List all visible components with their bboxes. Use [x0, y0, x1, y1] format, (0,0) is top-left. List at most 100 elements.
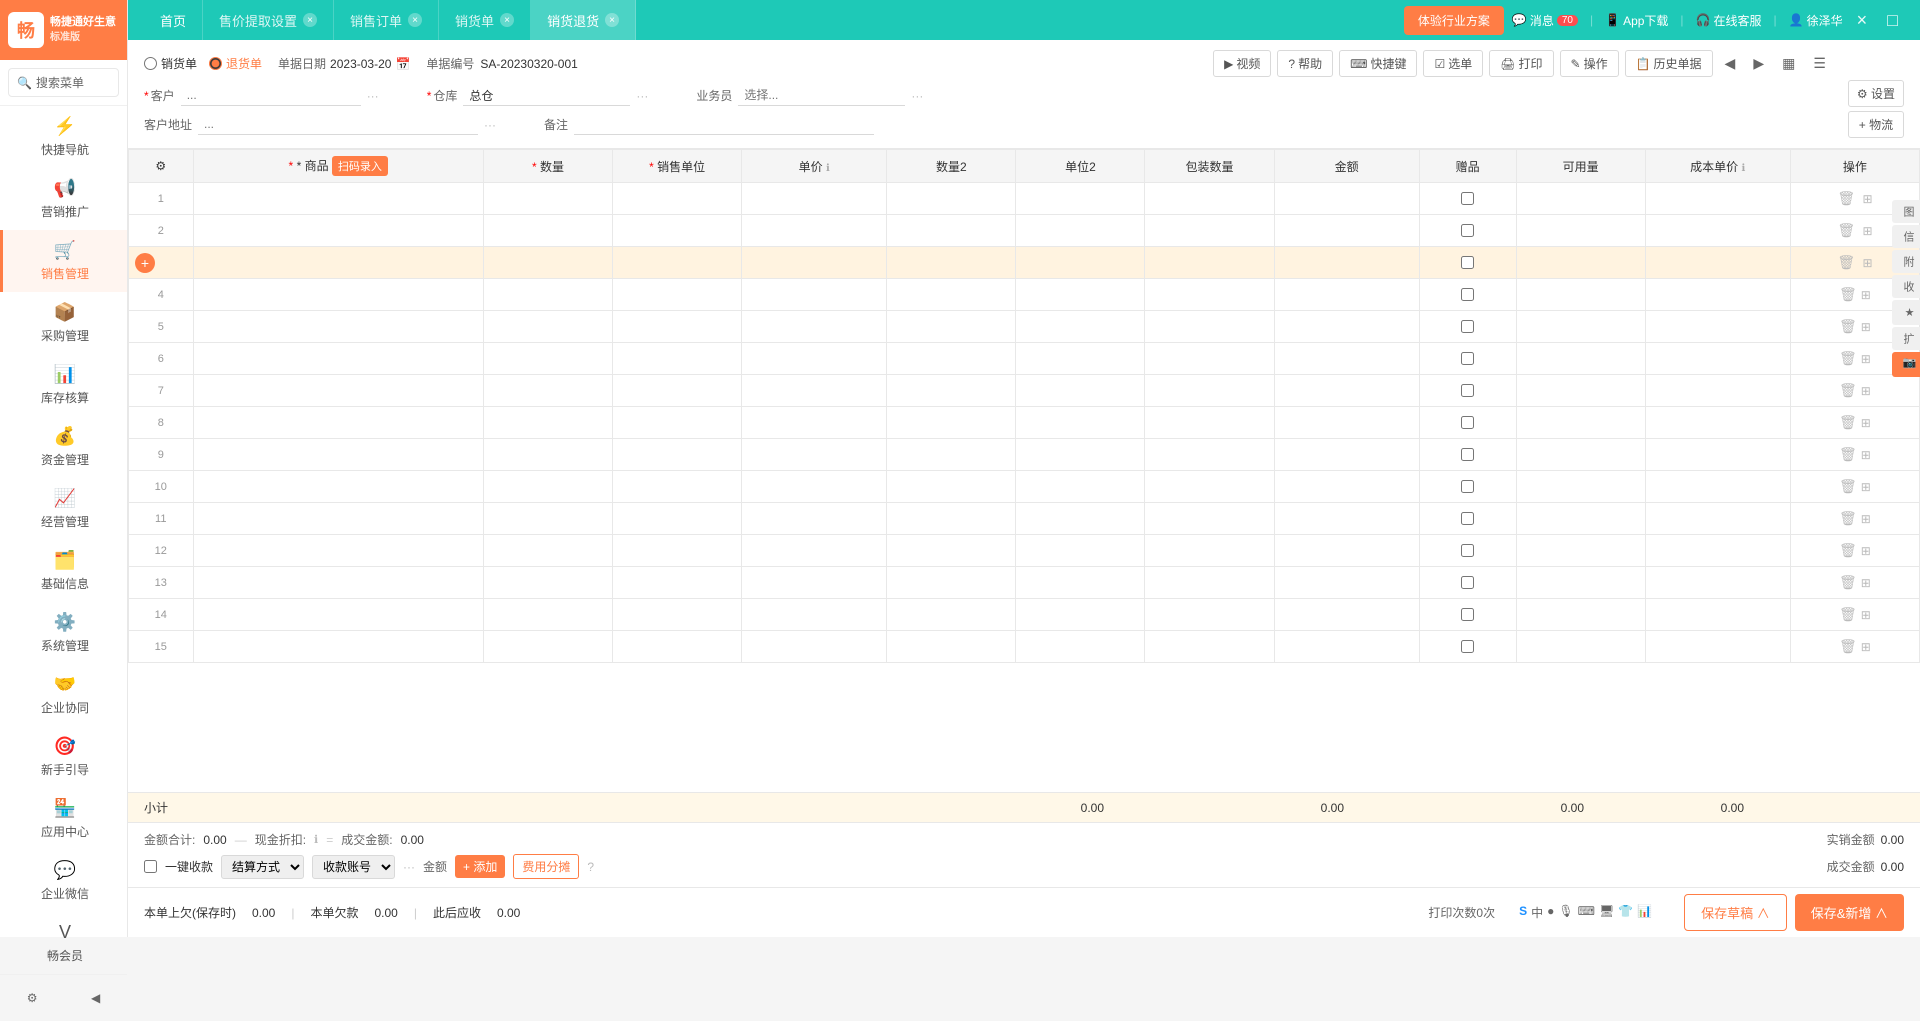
warehouse-input[interactable]	[463, 85, 630, 106]
gift-checkbox[interactable]	[1461, 224, 1474, 237]
sidebar-item-appstore[interactable]: 🏪 应用中心	[0, 788, 127, 850]
sidebar-item-shortcut[interactable]: ⚡ 快捷导航	[0, 106, 127, 168]
return-type-radio[interactable]: 退货单	[209, 55, 262, 72]
delete-row-button[interactable]: 🗑	[1837, 348, 1859, 369]
delete-row-button[interactable]: 🗑	[1835, 252, 1857, 273]
tab-home[interactable]: 首页	[144, 0, 203, 40]
copy-row-button[interactable]: ⊞	[1859, 478, 1873, 496]
row-pkg-cell[interactable]	[1145, 215, 1274, 247]
row-gift-cell[interactable]	[1419, 183, 1516, 215]
gift-checkbox[interactable]	[1461, 384, 1474, 397]
row-price-cell[interactable]	[742, 247, 887, 279]
experience-plan-button[interactable]: 体验行业方案	[1404, 6, 1504, 35]
row-unit-cell[interactable]	[613, 215, 742, 247]
tab-close-sales-return[interactable]: ×	[605, 13, 619, 27]
tab-sales-return[interactable]: 销货退货 ×	[531, 0, 636, 40]
shortcut-btn[interactable]: ⌨ 快捷键	[1339, 50, 1417, 77]
fee-split-button[interactable]: 费用分摊	[513, 854, 579, 879]
row-qty2-cell[interactable]	[887, 215, 1016, 247]
row-product-cell-active[interactable]	[193, 247, 483, 279]
row-pkg-cell[interactable]	[1145, 183, 1274, 215]
row-unit2-cell[interactable]	[1016, 215, 1145, 247]
delete-row-button[interactable]: 🗑	[1837, 380, 1859, 401]
copy-row-button[interactable]: ⊞	[1860, 190, 1874, 208]
gift-checkbox[interactable]	[1461, 256, 1474, 269]
delete-row-button[interactable]: 🗑	[1835, 188, 1857, 209]
tab-close-sales-order[interactable]: ×	[408, 13, 422, 27]
row-qty-cell[interactable]	[483, 215, 612, 247]
customer-input[interactable]	[181, 85, 361, 106]
message-button[interactable]: 💬 消息 70	[1512, 12, 1578, 29]
sidebar-item-sales[interactable]: 🛒 销售管理	[0, 230, 127, 292]
quick-attach-btn[interactable]: 附	[1892, 250, 1920, 273]
row-unit2-cell[interactable]	[1016, 247, 1145, 279]
print-btn[interactable]: 🖨 打印	[1489, 50, 1553, 77]
row-cost-cell[interactable]	[1645, 247, 1790, 279]
select-btn[interactable]: ☑ 选单	[1423, 50, 1483, 77]
prev-record-btn[interactable]: ◀	[1719, 50, 1742, 77]
tab-sales-order[interactable]: 销售订单 ×	[334, 0, 439, 40]
sidebar-item-finance[interactable]: 💰 资金管理	[0, 416, 127, 478]
delete-row-button[interactable]: 🗑	[1837, 444, 1859, 465]
staff-more-icon[interactable]: ···	[911, 89, 923, 103]
settings-side-button[interactable]: ⚙ 设置	[1848, 80, 1904, 107]
sidebar-item-basic[interactable]: 🗂️ 基础信息	[0, 540, 127, 602]
payment-method-select[interactable]: 结算方式	[221, 855, 304, 879]
quick-img-btn[interactable]: 图	[1892, 200, 1920, 223]
tab-price-settings[interactable]: 售价提取设置 ×	[203, 0, 334, 40]
delete-row-button[interactable]: 🗑	[1837, 316, 1859, 337]
sidebar-item-operations[interactable]: 📈 经营管理	[0, 478, 127, 540]
delete-row-button[interactable]: 🗑	[1837, 572, 1859, 593]
copy-row-button[interactable]: ⊞	[1859, 350, 1873, 368]
row-amount-cell[interactable]	[1274, 183, 1419, 215]
copy-row-button[interactable]: ⊞	[1859, 318, 1873, 336]
customer-more-icon[interactable]: ···	[367, 89, 379, 103]
close-page-button[interactable]: ×	[1851, 6, 1874, 35]
quick-expand-btn[interactable]: 扩	[1892, 327, 1920, 350]
payment-account-select[interactable]: 收款账号	[312, 855, 395, 879]
tool-icon-2[interactable]: ●	[1547, 904, 1554, 921]
help-btn[interactable]: ? 帮助	[1277, 50, 1333, 77]
delete-row-button[interactable]: 🗑	[1837, 476, 1859, 497]
row-pkg-cell[interactable]	[1145, 247, 1274, 279]
sidebar-item-newguide[interactable]: 🎯 新手引导	[0, 726, 127, 788]
gift-checkbox[interactable]	[1461, 512, 1474, 525]
sidebar-item-system[interactable]: ⚙️ 系统管理	[0, 602, 127, 664]
delete-row-button[interactable]: 🗑	[1837, 540, 1859, 561]
online-service-button[interactable]: 🎧 在线客服	[1696, 12, 1762, 29]
row-avail-cell[interactable]	[1516, 247, 1645, 279]
delete-row-button[interactable]: 🗑	[1837, 412, 1859, 433]
tab-close-sales-invoice[interactable]: ×	[500, 13, 514, 27]
app-download-button[interactable]: 📱 App下载	[1605, 12, 1668, 29]
row-unit-cell[interactable]	[613, 247, 742, 279]
sale-radio-input[interactable]	[144, 57, 157, 70]
row-price-cell[interactable]	[742, 183, 887, 215]
tool-icon-1[interactable]: 中	[1531, 904, 1543, 921]
tab-sales-invoice[interactable]: 销货单 ×	[439, 0, 531, 40]
sidebar-item-wechat[interactable]: 💬 企业微信	[0, 850, 127, 912]
row-unit-cell[interactable]	[613, 183, 742, 215]
row-amount-cell[interactable]	[1274, 215, 1419, 247]
add-row-button[interactable]: +	[135, 253, 155, 273]
delete-row-button[interactable]: 🗑	[1837, 284, 1859, 305]
copy-row-button[interactable]: ⊞	[1859, 542, 1873, 560]
fee-help-icon[interactable]: ?	[587, 860, 594, 874]
row-qty2-cell[interactable]	[887, 183, 1016, 215]
address-more-icon[interactable]: ···	[484, 118, 496, 132]
row-product-cell[interactable]	[193, 215, 483, 247]
tool-icon-7[interactable]: 📊	[1637, 904, 1652, 921]
copy-row-button[interactable]: ⊞	[1859, 446, 1873, 464]
gift-checkbox[interactable]	[1461, 352, 1474, 365]
maximize-button[interactable]: □	[1881, 6, 1904, 35]
account-more-icon[interactable]: ···	[403, 860, 415, 874]
sidebar-item-member[interactable]: V 畅会员	[0, 912, 127, 974]
tool-icon-3[interactable]: 🎙	[1558, 904, 1573, 921]
row-avail-cell[interactable]	[1516, 215, 1645, 247]
copy-row-button[interactable]: ⊞	[1859, 510, 1873, 528]
gift-checkbox[interactable]	[1461, 544, 1474, 557]
gift-checkbox[interactable]	[1461, 608, 1474, 621]
gift-checkbox[interactable]	[1461, 416, 1474, 429]
grid-view-btn[interactable]: ▦	[1776, 50, 1801, 77]
save-draft-button[interactable]: 保存草稿 ∧	[1684, 894, 1787, 931]
sidebar-item-inventory[interactable]: 📊 库存核算	[0, 354, 127, 416]
